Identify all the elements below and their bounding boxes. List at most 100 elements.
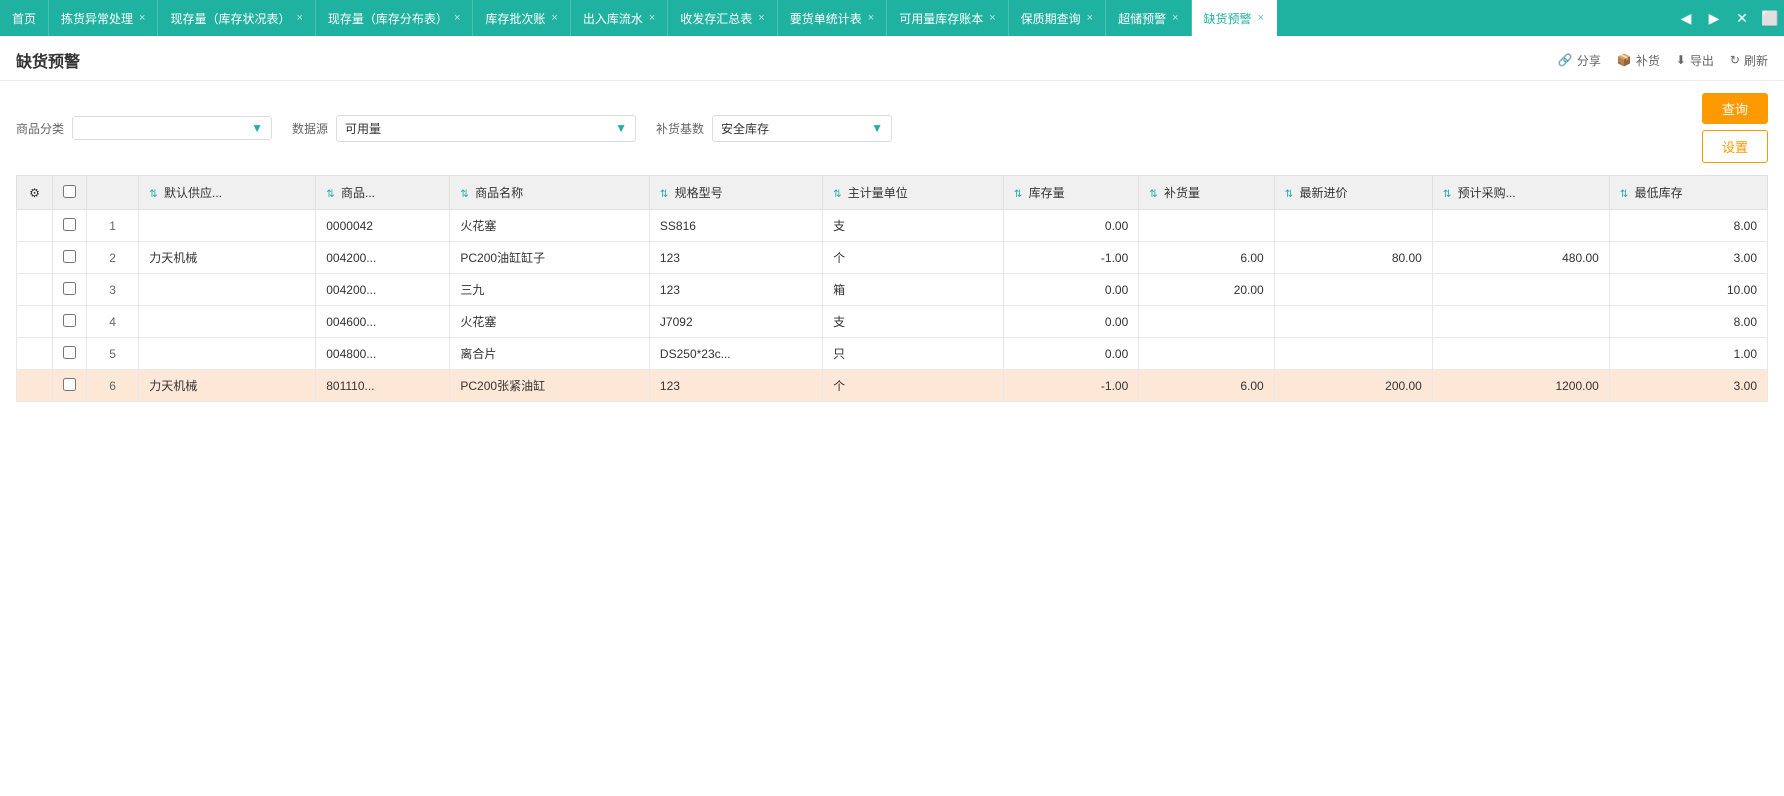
row-unit-5: 个 [823, 370, 1004, 402]
refresh-action[interactable]: ↻ 刷新 [1730, 52, 1768, 69]
row-min-stock-1: 3.00 [1609, 242, 1767, 274]
column-latest-price[interactable]: ⇅ 最新进价 [1274, 176, 1432, 210]
close-tab-inv-dist[interactable]: × [454, 12, 460, 24]
column-min-stock[interactable]: ⇅ 最低库存 [1609, 176, 1767, 210]
tab-close-btn[interactable]: ✕ [1728, 10, 1756, 27]
category-filter: 商品分类 ▼ [16, 116, 272, 140]
row-check-1[interactable] [63, 250, 76, 263]
tab-prev-btn[interactable]: ◀ [1672, 10, 1700, 27]
sort-icon-spec: ⇅ [660, 189, 668, 200]
table-row[interactable]: 2 力天机械 004200... PC200油缸缸子 123 个 -1.00 6… [17, 242, 1768, 274]
close-tab-order[interactable]: × [868, 12, 874, 24]
row-est-5: 1200.00 [1432, 370, 1609, 402]
close-tab-inv-status[interactable]: × [296, 12, 302, 24]
row-check-4[interactable] [63, 346, 76, 359]
column-stock[interactable]: ⇅ 库存量 [1003, 176, 1138, 210]
select-all-checkbox[interactable] [63, 185, 76, 198]
replenish-select[interactable]: 安全库存 ▼ [712, 115, 892, 142]
column-gear[interactable]: ⚙ [17, 176, 53, 210]
row-price-4 [1274, 338, 1432, 370]
row-check-2[interactable] [63, 282, 76, 295]
row-gear-2[interactable] [17, 274, 53, 306]
tab-abnormal[interactable]: 拣货异常处理 × [49, 0, 158, 36]
row-gear-5[interactable] [17, 370, 53, 402]
sort-icon-min: ⇅ [1620, 189, 1628, 200]
replenish-arrow-icon: ▼ [871, 121, 883, 135]
row-spec-4: DS250*23c... [649, 338, 822, 370]
sort-icon-supplier: ⇅ [149, 189, 157, 200]
row-code-0: 0000042 [316, 210, 450, 242]
column-replenish-qty[interactable]: ⇅ 补货量 [1139, 176, 1274, 210]
datasource-select[interactable]: 可用量 ▼ [336, 115, 636, 142]
category-select[interactable]: ▼ [72, 116, 272, 140]
row-gear-3[interactable] [17, 306, 53, 338]
row-checkbox-2[interactable] [53, 274, 87, 306]
column-product-name[interactable]: ⇅ 商品名称 [450, 176, 650, 210]
close-tab-ledger[interactable]: × [989, 12, 995, 24]
tab-shortage[interactable]: 缺货预警 × [1192, 0, 1277, 36]
tab-next-btn[interactable]: ▶ [1700, 10, 1728, 27]
filter-bar: 商品分类 ▼ 数据源 可用量 ▼ 补货基数 安全库存 ▼ 查询 设置 [0, 81, 1784, 175]
table-wrapper: ⚙ ⇅ 默认供应... ⇅ 商品... ⇅ 商品名称 [0, 175, 1784, 402]
settings-button[interactable]: 设置 [1702, 130, 1768, 163]
sort-icon-name: ⇅ [460, 189, 468, 200]
row-name-3: 火花塞 [450, 306, 650, 338]
close-tab-batch[interactable]: × [551, 12, 557, 24]
row-supplier-0 [139, 210, 316, 242]
row-check-0[interactable] [63, 218, 76, 231]
row-spec-2: 123 [649, 274, 822, 306]
row-checkbox-0[interactable] [53, 210, 87, 242]
table-row[interactable]: 1 0000042 火花塞 SS816 支 0.00 8.00 [17, 210, 1768, 242]
close-tab-expiry[interactable]: × [1087, 12, 1093, 24]
tab-overstock[interactable]: 超储预警 × [1106, 0, 1191, 36]
row-stock-2: 0.00 [1003, 274, 1138, 306]
replenish-action[interactable]: 📦 补货 [1617, 52, 1660, 69]
row-check-3[interactable] [63, 314, 76, 327]
close-tab-shortage[interactable]: × [1258, 12, 1264, 24]
row-price-5: 200.00 [1274, 370, 1432, 402]
table-row[interactable]: 6 力天机械 801110... PC200张紧油缸 123 个 -1.00 6… [17, 370, 1768, 402]
column-product-code[interactable]: ⇅ 商品... [316, 176, 450, 210]
share-action[interactable]: 🔗 分享 [1558, 52, 1601, 69]
row-gear-0[interactable] [17, 210, 53, 242]
row-check-5[interactable] [63, 378, 76, 391]
column-checkbox[interactable] [53, 176, 87, 210]
row-supplier-3 [139, 306, 316, 338]
close-tab-flow[interactable]: × [649, 12, 655, 24]
column-est-purchase[interactable]: ⇅ 预计采购... [1432, 176, 1609, 210]
row-gear-1[interactable] [17, 242, 53, 274]
export-action[interactable]: ⬇ 导出 [1676, 52, 1714, 69]
row-num-4: 5 [87, 338, 139, 370]
table-row[interactable]: 5 004800... 离合片 DS250*23c... 只 0.00 1.00 [17, 338, 1768, 370]
close-tab-receipt[interactable]: × [758, 12, 764, 24]
column-unit[interactable]: ⇅ 主计量单位 [823, 176, 1004, 210]
row-checkbox-1[interactable] [53, 242, 87, 274]
tab-batch-account[interactable]: 库存批次账 × [473, 0, 570, 36]
row-gear-4[interactable] [17, 338, 53, 370]
row-num-2: 3 [87, 274, 139, 306]
tab-inventory-dist[interactable]: 现存量（库存分布表） × [316, 0, 473, 36]
table-row[interactable]: 3 004200... 三九 123 箱 0.00 20.00 10.00 [17, 274, 1768, 306]
query-button[interactable]: 查询 [1702, 93, 1768, 124]
row-checkbox-5[interactable] [53, 370, 87, 402]
tab-order-stats[interactable]: 要货单统计表 × [778, 0, 887, 36]
close-tab-overstock[interactable]: × [1172, 12, 1178, 24]
table-row[interactable]: 4 004600... 火花塞 J7092 支 0.00 8.00 [17, 306, 1768, 338]
tab-expiry[interactable]: 保质期查询 × [1009, 0, 1106, 36]
row-checkbox-3[interactable] [53, 306, 87, 338]
row-name-4: 离合片 [450, 338, 650, 370]
tab-available-ledger[interactable]: 可用量库存账本 × [887, 0, 1008, 36]
column-spec[interactable]: ⇅ 规格型号 [649, 176, 822, 210]
tab-receipt-summary[interactable]: 收发存汇总表 × [668, 0, 777, 36]
replenish-icon: 📦 [1617, 53, 1632, 67]
row-unit-1: 个 [823, 242, 1004, 274]
tab-inventory-status[interactable]: 现存量（库存状况表） × [158, 0, 315, 36]
page-content: 缺货预警 🔗 分享 📦 补货 ⬇ 导出 ↻ 刷新 商品分类 [0, 36, 1784, 796]
tab-maximize-btn[interactable]: ⬜ [1756, 10, 1784, 27]
tab-home[interactable]: 首页 [0, 0, 49, 36]
tab-flow[interactable]: 出入库流水 × [571, 0, 668, 36]
close-tab-abnormal[interactable]: × [139, 12, 145, 24]
row-unit-2: 箱 [823, 274, 1004, 306]
column-supplier[interactable]: ⇅ 默认供应... [139, 176, 316, 210]
row-checkbox-4[interactable] [53, 338, 87, 370]
